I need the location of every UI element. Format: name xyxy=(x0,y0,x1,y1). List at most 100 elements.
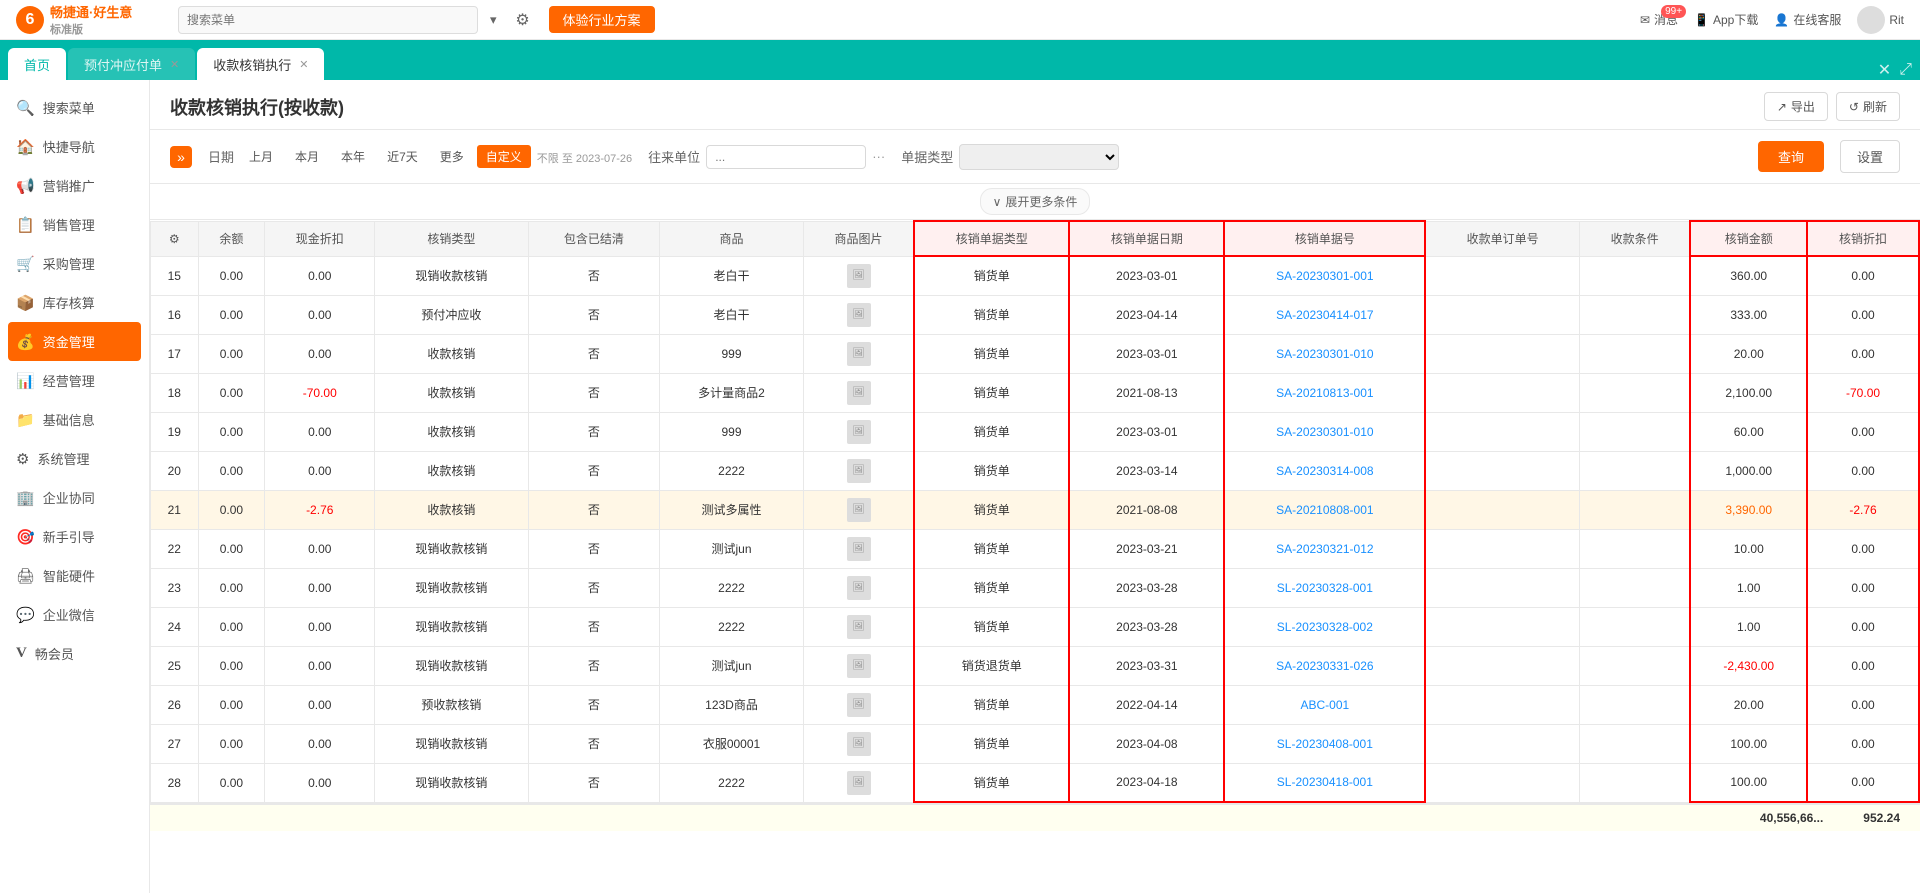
product-image-cell: 🖼 xyxy=(803,763,914,802)
app-logo: 6 畅捷通·好生意 标准版 xyxy=(16,2,166,37)
verify-type-cell: 现销收款核销 xyxy=(375,529,528,568)
bill-no-link[interactable]: SA-20230314-008 xyxy=(1276,464,1373,478)
receipt-order-cell xyxy=(1425,646,1579,685)
bill-no-link[interactable]: SA-20210808-001 xyxy=(1276,503,1373,517)
date-btn-this-year[interactable]: 本年 xyxy=(332,145,374,168)
bill-no-link[interactable]: SA-20230331-026 xyxy=(1276,659,1373,673)
sidebar-item-basic-info[interactable]: 📁 基础信息 xyxy=(0,400,149,439)
product-cell: 测试jun xyxy=(660,529,804,568)
sidebar-item-purchase[interactable]: 🛒 采购管理 xyxy=(0,244,149,283)
tab-prepay-close[interactable]: ✕ xyxy=(170,58,179,71)
product-cell: 2222 xyxy=(660,763,804,802)
sidebar-item-sales[interactable]: 📋 销售管理 xyxy=(0,205,149,244)
balance-cell: 0.00 xyxy=(198,607,265,646)
sidebar-item-enterprise[interactable]: 🏢 企业协同 xyxy=(0,478,149,517)
receipt-condition-cell xyxy=(1579,334,1690,373)
bill-type-cell: 销货单 xyxy=(914,295,1069,334)
bill-date-cell: 2023-04-08 xyxy=(1069,724,1224,763)
col-product-header: 商品 xyxy=(660,221,804,256)
tab-prepay[interactable]: 预付冲应付单 ✕ xyxy=(68,48,195,80)
bill-no-link[interactable]: SL-20230328-002 xyxy=(1277,620,1373,634)
balance-cell: 0.00 xyxy=(198,295,265,334)
query-button[interactable]: 查询 xyxy=(1758,141,1824,172)
date-btn-this-month[interactable]: 本月 xyxy=(286,145,328,168)
dropdown-arrow[interactable]: ▾ xyxy=(490,12,497,28)
col-settings-header[interactable]: ⚙ xyxy=(151,221,199,256)
verify-amount-cell: -2,430.00 xyxy=(1690,646,1807,685)
bill-no-link[interactable]: SA-20230414-017 xyxy=(1276,308,1373,322)
sidebar-item-wechat[interactable]: 💬 企业微信 xyxy=(0,595,149,634)
sidebar-item-marketing[interactable]: 📢 营销推广 xyxy=(0,166,149,205)
main-content: 收款核销执行(按收款) ↗ 导出 ↺ 刷新 » 日期 上月 本月 xyxy=(150,80,1920,893)
product-image-cell: 🖼 xyxy=(803,685,914,724)
filter-expand-icon[interactable]: » xyxy=(170,146,192,168)
bill-type-cell: 销货单 xyxy=(914,490,1069,529)
tab-receipt-close[interactable]: ✕ xyxy=(299,58,308,71)
tab-bar: 首页 预付冲应付单 ✕ 收款核销执行 ✕ ✕ ⤢ xyxy=(0,40,1920,80)
col-balance-header: 余额 xyxy=(198,221,265,256)
online-service-button[interactable]: 👤 在线客服 xyxy=(1774,11,1841,28)
user-profile[interactable]: Rit xyxy=(1857,6,1904,34)
date-btn-last-month[interactable]: 上月 xyxy=(240,145,282,168)
sidebar-item-search-menu[interactable]: 🔍 搜索菜单 xyxy=(0,88,149,127)
row-number: 20 xyxy=(151,451,199,490)
bill-type-cell: 销货单 xyxy=(914,529,1069,568)
bill-type-filter-group: 单据类型 xyxy=(901,144,1119,170)
sidebar-item-guide[interactable]: 🎯 新手引导 xyxy=(0,517,149,556)
product-image-cell: 🖼 xyxy=(803,724,914,763)
gear-icon[interactable]: ⚙ xyxy=(509,6,537,34)
bill-no-link[interactable]: SA-20230301-010 xyxy=(1276,347,1373,361)
date-btn-more[interactable]: 更多 xyxy=(431,145,473,168)
sidebar-item-quick-nav[interactable]: 🏠 快捷导航 xyxy=(0,127,149,166)
bill-no-link[interactable]: ABC-001 xyxy=(1301,698,1350,712)
setting-button[interactable]: 设置 xyxy=(1840,140,1900,173)
partner-input[interactable] xyxy=(706,145,866,169)
tab-receipt[interactable]: 收款核销执行 ✕ xyxy=(197,48,324,80)
include-settled-cell: 否 xyxy=(528,568,660,607)
partner-more-icon[interactable]: ··· xyxy=(872,149,885,164)
app-download-button[interactable]: 📱 App下载 xyxy=(1694,11,1758,28)
product-cell: 老白干 xyxy=(660,295,804,334)
export-button[interactable]: ↗ 导出 xyxy=(1764,92,1828,121)
industry-button[interactable]: 体验行业方案 xyxy=(549,6,655,33)
sidebar-item-member[interactable]: V 畅会员 xyxy=(0,634,149,673)
date-btn-custom[interactable]: 自定义 xyxy=(477,145,531,168)
balance-cell: 0.00 xyxy=(198,568,265,607)
verify-type-cell: 现销收款核销 xyxy=(375,256,528,295)
sidebar-item-system[interactable]: ⚙ 系统管理 xyxy=(0,439,149,478)
bill-no-link[interactable]: SA-20230301-001 xyxy=(1276,269,1373,283)
cash-discount-cell: 0.00 xyxy=(265,334,375,373)
receipt-condition-cell xyxy=(1579,373,1690,412)
sidebar-item-finance[interactable]: 💰 资金管理 xyxy=(8,322,141,361)
product-cell: 999 xyxy=(660,334,804,373)
bill-no-link[interactable]: SA-20210813-001 xyxy=(1276,386,1373,400)
bill-no-link[interactable]: SA-20230321-012 xyxy=(1276,542,1373,556)
bill-no-link[interactable]: SA-20230301-010 xyxy=(1276,425,1373,439)
bill-no-link[interactable]: SL-20230408-001 xyxy=(1277,737,1373,751)
table-row: 280.000.00现销收款核销否2222🖼销货单2023-04-18SL-20… xyxy=(151,763,1920,802)
product-cell: 老白干 xyxy=(660,256,804,295)
sidebar-item-hardware[interactable]: 🖨 智能硬件 xyxy=(0,556,149,595)
bill-no-link[interactable]: SL-20230328-001 xyxy=(1277,581,1373,595)
receipt-order-cell xyxy=(1425,490,1579,529)
close-tab-icon[interactable]: ✕ xyxy=(1878,60,1891,80)
sidebar-item-inventory[interactable]: 📦 库存核算 xyxy=(0,283,149,322)
col-product-image-header: 商品图片 xyxy=(803,221,914,256)
date-btn-7days[interactable]: 近7天 xyxy=(378,145,427,168)
sidebar-item-operations[interactable]: 📊 经营管理 xyxy=(0,361,149,400)
date-options: 上月 本月 本年 近7天 更多 自定义 xyxy=(240,145,531,168)
search-input[interactable] xyxy=(178,6,478,34)
bill-no-link[interactable]: SL-20230418-001 xyxy=(1277,775,1373,789)
logo-text: 畅捷通·好生意 标准版 xyxy=(50,2,132,37)
inventory-icon: 📦 xyxy=(16,294,35,312)
refresh-button[interactable]: ↺ 刷新 xyxy=(1836,92,1900,121)
expand-tab-icon[interactable]: ⤢ xyxy=(1899,61,1912,79)
export-icon: ↗ xyxy=(1777,100,1787,114)
product-image-cell: 🖼 xyxy=(803,646,914,685)
expand-conditions-button[interactable]: ∨ 展开更多条件 xyxy=(980,188,1091,215)
bill-type-select[interactable] xyxy=(959,144,1119,170)
message-button[interactable]: ✉ 消息 99+ xyxy=(1640,11,1678,28)
bill-type-cell: 销货单 xyxy=(914,724,1069,763)
data-table-wrapper[interactable]: ⚙ 余额 现金折扣 核销类型 包含已结清 商品 商品图片 核销单据类型 核销单据… xyxy=(150,220,1920,893)
tab-home[interactable]: 首页 xyxy=(8,48,66,80)
